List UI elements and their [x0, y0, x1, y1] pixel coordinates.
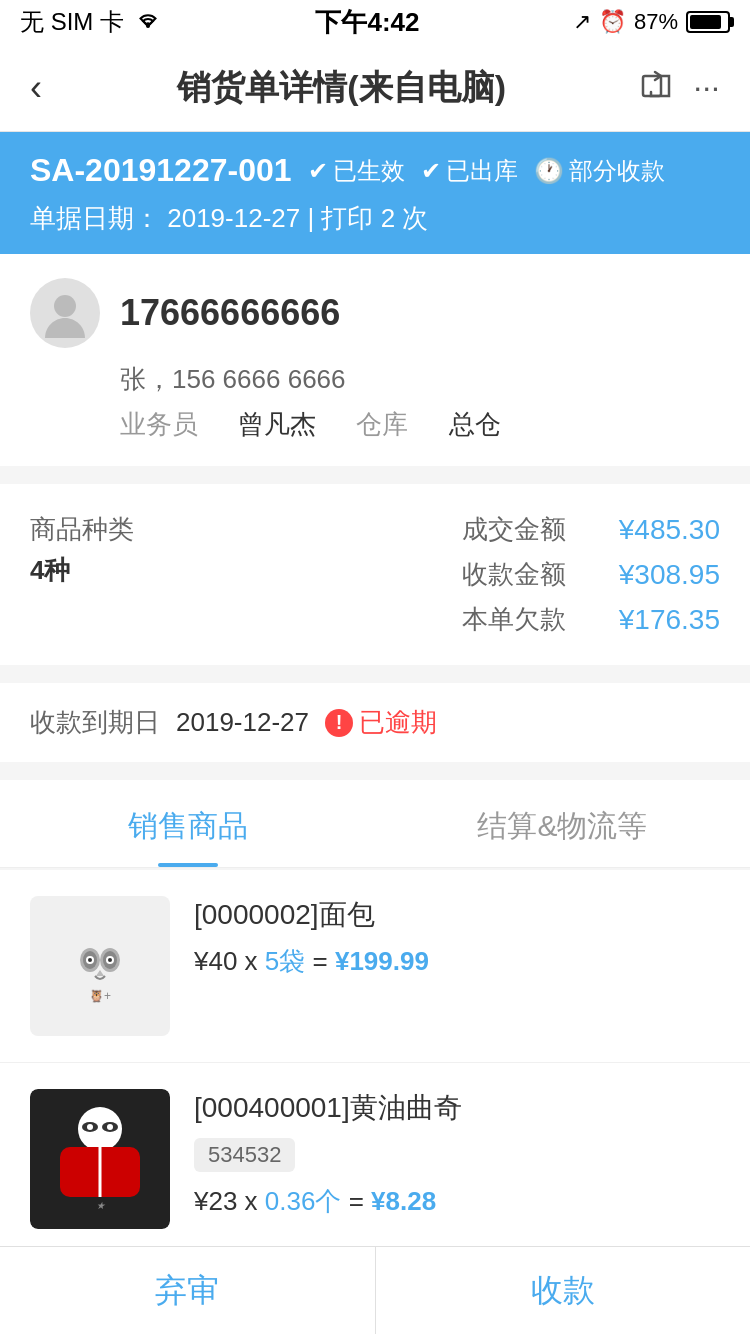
overdue-icon: !: [325, 709, 353, 737]
status-tag-shipped: ✔ 已出库: [421, 155, 518, 187]
svg-text:🦉+: 🦉+: [89, 988, 111, 1003]
status-time: 下午4:42: [315, 5, 419, 40]
svg-point-21: [107, 1124, 113, 1130]
svg-point-20: [87, 1124, 93, 1130]
collect-payment-button[interactable]: 收款: [376, 1247, 751, 1334]
share-icon[interactable]: [641, 68, 673, 108]
header-band: SA-20191227-001 ✔ 已生效 ✔ 已出库 🕐 部分收款 单据日期：…: [0, 132, 750, 254]
warehouse-item: 仓库 总仓: [356, 407, 500, 442]
warehouse-value: 总仓: [449, 409, 501, 439]
debt-amount-row: 本单欠款 ¥176.35: [462, 602, 720, 637]
debt-amount-value: ¥176.35: [590, 604, 720, 636]
wifi-icon: [134, 8, 162, 36]
product-item: 🦉+ [0000002]面包 ¥40 x 5袋 = ¥199.99: [0, 870, 750, 1063]
svg-point-11: [108, 958, 112, 962]
category-count: 4种: [30, 553, 134, 588]
overdue-text: 已逾期: [359, 705, 437, 740]
svg-point-2: [54, 295, 76, 317]
svg-text:★: ★: [96, 1200, 106, 1211]
product-image-2: ★: [30, 1089, 170, 1229]
product-title-1: 面包: [319, 899, 375, 930]
nav-actions: ···: [641, 68, 720, 108]
product-price-2: ¥23 x 0.36个 = ¥8.28: [194, 1184, 720, 1219]
status-tag-partial: 🕐 部分收款: [534, 155, 665, 187]
check-icon-1: ✔: [308, 157, 328, 185]
order-row: SA-20191227-001 ✔ 已生效 ✔ 已出库 🕐 部分收款: [30, 152, 720, 189]
deal-amount-row: 成交金额 ¥485.30: [462, 512, 720, 547]
customer-name: 张，156 6666 6666: [30, 362, 720, 397]
divider-1: [0, 468, 750, 484]
due-section: 收款到期日 2019-12-27 ! 已逾期: [0, 683, 750, 762]
tabs-section: 销售商品 结算&物流等: [0, 780, 750, 868]
carrier-label: 无 SIM 卡: [20, 6, 124, 38]
battery-percent: 87%: [634, 9, 678, 35]
nav-bar: ‹ 销货单详情(来自电脑) ···: [0, 44, 750, 132]
divider-2: [0, 667, 750, 683]
warehouse-label: 仓库: [356, 409, 408, 439]
tab-sales-products[interactable]: 销售商品: [0, 780, 375, 867]
avatar: [30, 278, 100, 348]
deal-amount-label: 成交金额: [462, 512, 566, 547]
back-button[interactable]: ‹: [30, 67, 42, 109]
bottom-bar: 弃审 收款: [0, 1246, 750, 1334]
product-image-1: 🦉+: [30, 896, 170, 1036]
location-icon: ↗: [573, 9, 591, 35]
status-bar: 无 SIM 卡 下午4:42 ↗ ⏰ 87%: [0, 0, 750, 44]
svg-point-10: [88, 958, 92, 962]
product-code-1: [0000002]: [194, 899, 319, 930]
received-amount-label: 收款金额: [462, 557, 566, 592]
svg-marker-12: [96, 970, 104, 976]
status-left: 无 SIM 卡: [20, 6, 162, 38]
product-name-1: [0000002]面包: [194, 896, 720, 934]
product-tag-2: 534532: [194, 1138, 295, 1172]
stats-section: 商品种类 4种 成交金额 ¥485.30 收款金额 ¥308.95 本单欠款 ¥…: [0, 484, 750, 665]
received-amount-value: ¥308.95: [590, 559, 720, 591]
battery-icon: [686, 11, 730, 33]
customer-id: 17666666666: [120, 292, 340, 334]
salesperson-label: 业务员: [120, 409, 198, 439]
stats-right: 成交金额 ¥485.30 收款金额 ¥308.95 本单欠款 ¥176.35: [462, 512, 720, 637]
order-number: SA-20191227-001: [30, 152, 292, 189]
stats-left: 商品种类 4种: [30, 512, 134, 588]
product-title-2: 黄油曲奇: [350, 1092, 462, 1123]
received-amount-row: 收款金额 ¥308.95: [462, 557, 720, 592]
more-icon[interactable]: ···: [693, 69, 720, 106]
cancel-review-button[interactable]: 弃审: [0, 1247, 376, 1334]
tabs-row: 销售商品 结算&物流等: [0, 780, 750, 868]
svg-point-0: [146, 24, 150, 28]
salesperson-value: 曾凡杰: [238, 409, 316, 439]
product-name-2: [000400001]黄油曲奇: [194, 1089, 720, 1127]
product-info-1: [0000002]面包 ¥40 x 5袋 = ¥199.99: [194, 896, 720, 1036]
customer-section: 17666666666 张，156 6666 6666 业务员 曾凡杰 仓库 总…: [0, 254, 750, 466]
product-info-2: [000400001]黄油曲奇 534532 ¥23 x 0.36个 = ¥8.…: [194, 1089, 720, 1229]
order-date: 2019-12-27: [167, 203, 300, 233]
check-icon-2: ✔: [421, 157, 441, 185]
tab-settlement-label: 结算&物流等: [477, 809, 647, 842]
product-item: ★ [000400001]黄油曲奇 534532 ¥23 x 0.36个 = ¥…: [0, 1063, 750, 1256]
deal-amount-value: ¥485.30: [590, 514, 720, 546]
tab-sales-products-label: 销售商品: [128, 809, 248, 842]
alarm-icon: ⏰: [599, 9, 626, 35]
overdue-badge: ! 已逾期: [325, 705, 437, 740]
product-code-2: [000400001]: [194, 1092, 350, 1123]
products-section: 🦉+ [0000002]面包 ¥40 x 5袋 = ¥199.99: [0, 870, 750, 1256]
tab-settlement[interactable]: 结算&物流等: [375, 780, 750, 867]
product-price-1: ¥40 x 5袋 = ¥199.99: [194, 944, 720, 979]
due-label: 收款到期日: [30, 705, 160, 740]
customer-row: 17666666666: [30, 278, 720, 348]
category-label: 商品种类: [30, 512, 134, 547]
due-date-value: 2019-12-27: [176, 707, 309, 738]
status-right: ↗ ⏰ 87%: [573, 9, 730, 35]
divider-3: [0, 764, 750, 780]
page-title: 销货单详情(来自电脑): [177, 65, 506, 111]
debt-amount-label: 本单欠款: [462, 602, 566, 637]
status-tag-active: ✔ 已生效: [308, 155, 405, 187]
clock-icon: 🕐: [534, 157, 564, 185]
salesperson-item: 业务员 曾凡杰: [120, 407, 316, 442]
customer-meta: 业务员 曾凡杰 仓库 总仓: [30, 407, 720, 442]
header-date-row: 单据日期： 2019-12-27 | 打印 2 次: [30, 201, 720, 236]
